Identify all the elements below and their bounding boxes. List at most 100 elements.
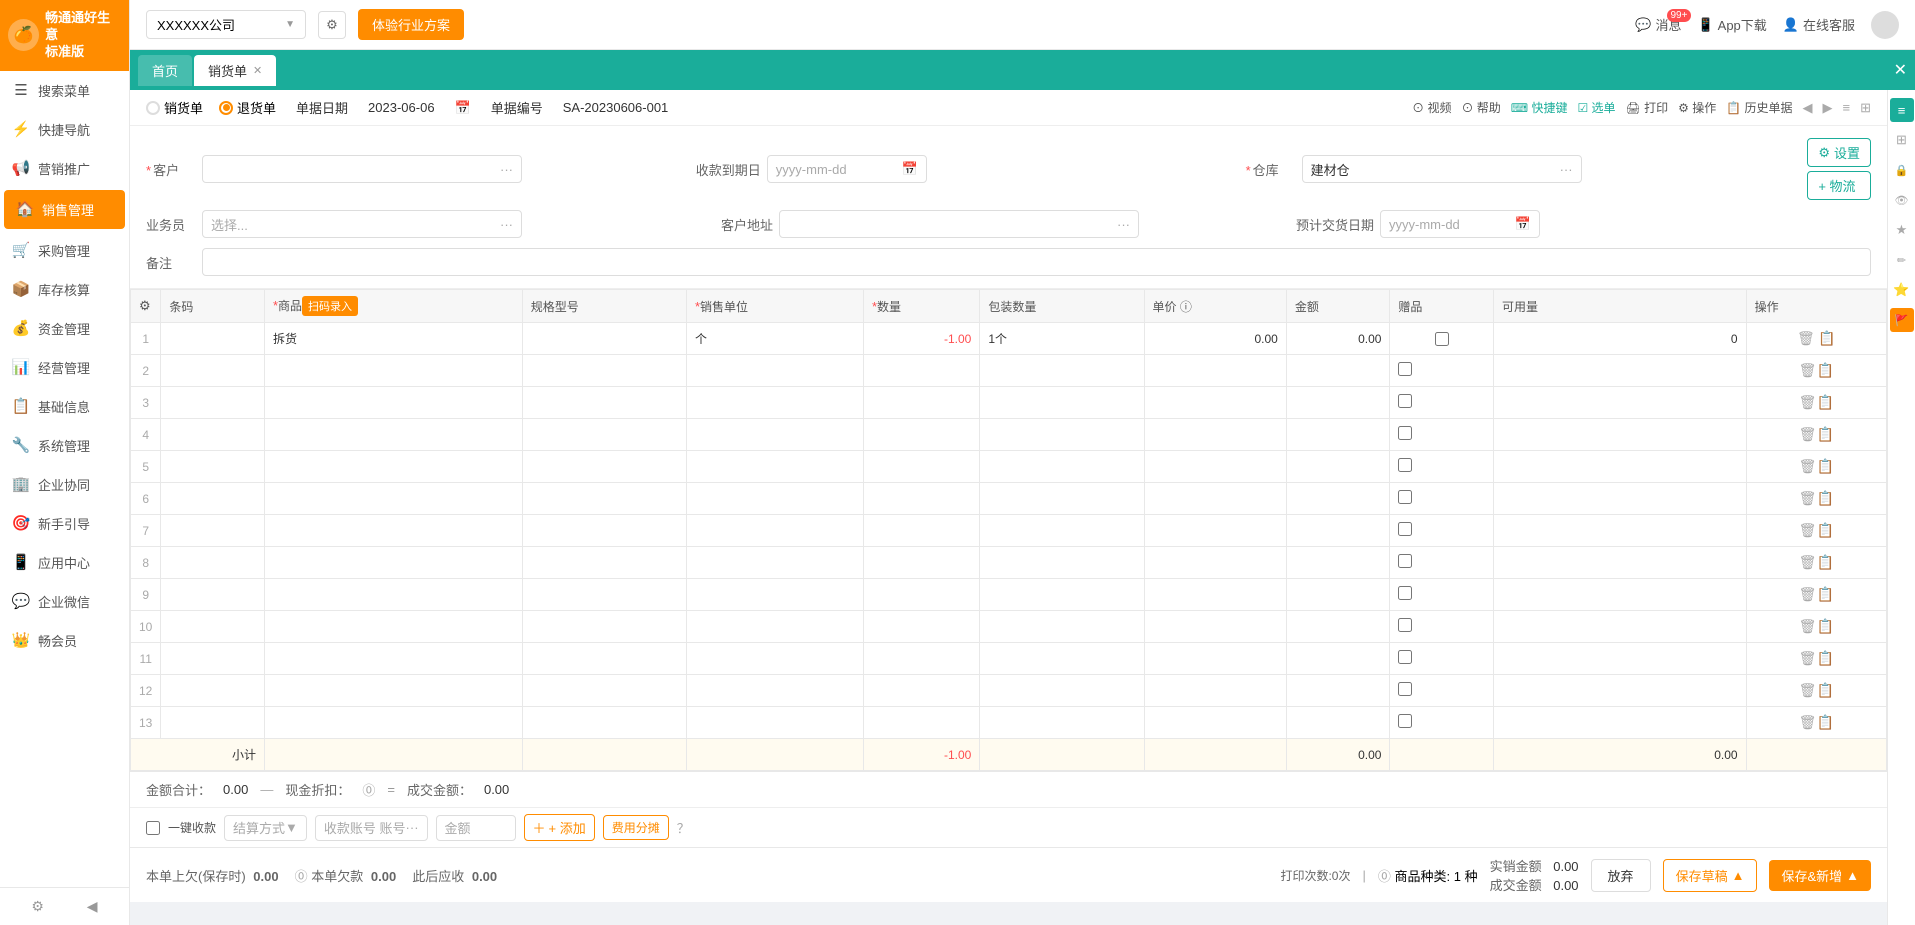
cell-price-1[interactable]: 0.00 (1144, 323, 1286, 355)
sidebar-item-marketing[interactable]: 📢 营销推广 (0, 149, 129, 188)
grid-view-btn[interactable]: ⊞ (1890, 128, 1914, 152)
tab-sales-order[interactable]: 销货单 ✕ (194, 55, 276, 86)
copy-row-5-btn[interactable]: 📋 (1816, 458, 1833, 474)
copy-row-10-btn[interactable]: 📋 (1816, 618, 1833, 634)
user-avatar[interactable] (1871, 11, 1899, 39)
copy-row-13-btn[interactable]: 📋 (1816, 714, 1833, 730)
operate-link[interactable]: ⚙ 操作 (1678, 99, 1716, 116)
sidebar-item-system-mgmt[interactable]: 🔧 系统管理 (0, 426, 129, 465)
edit-btn[interactable]: ✏ (1890, 248, 1914, 272)
gift-checkbox-8[interactable] (1398, 554, 1412, 568)
payment-account-select[interactable]: 收款账号 账号 ··· (315, 815, 428, 841)
tab-close-icon[interactable]: ✕ (253, 64, 262, 77)
message-btn[interactable]: 💬 消息 99+ (1635, 15, 1681, 34)
delete-row-5-btn[interactable]: 🗑 (1799, 458, 1817, 474)
history-link[interactable]: 📋 历史单据 (1726, 99, 1792, 116)
copy-row-7-btn[interactable]: 📋 (1816, 522, 1833, 538)
sidebar-item-basic-info[interactable]: 📋 基础信息 (0, 387, 129, 426)
expense-split-btn[interactable]: 费用分摊 (603, 815, 669, 840)
save-draft-btn[interactable]: 保存草稿 ▲ (1663, 859, 1758, 892)
delete-row-4-btn[interactable]: 🗑 (1799, 426, 1817, 442)
delete-row-2-btn[interactable]: 🗑 (1799, 362, 1817, 378)
gift-checkbox-7[interactable] (1398, 522, 1412, 536)
copy-row-1-btn[interactable]: 📋 (1818, 330, 1835, 346)
gift-checkbox-11[interactable] (1398, 650, 1412, 664)
cell-product-1[interactable]: 拆货 (264, 323, 522, 355)
sidebar-item-search-order[interactable]: ☰ 搜索菜单 (0, 71, 129, 110)
company-selector[interactable]: XXXXXX公司 ▼ (146, 10, 306, 39)
cell-spec-1[interactable] (522, 323, 686, 355)
sidebar-item-operations[interactable]: 📊 经营管理 (0, 348, 129, 387)
copy-row-3-btn[interactable]: 📋 (1816, 394, 1833, 410)
online-service-btn[interactable]: 👤 在线客服 (1783, 15, 1855, 34)
customer-input[interactable]: ··· (202, 155, 522, 183)
gift-checkbox-4[interactable] (1398, 426, 1412, 440)
radio-return-order[interactable]: 退货单 (219, 98, 276, 117)
cell-pack-qty-1[interactable]: 1个 (980, 323, 1144, 355)
customer-addr-input[interactable]: ··· (779, 210, 1139, 238)
sidebar-item-guide[interactable]: 🎯 新手引导 (0, 504, 129, 543)
salesperson-input[interactable]: 选择... ··· (202, 210, 522, 238)
select-order-link[interactable]: ☑ 选单 (1577, 99, 1615, 116)
one-click-payment-checkbox[interactable] (146, 821, 160, 835)
discount-question-icon[interactable]: ⓪ (362, 780, 375, 799)
payment-method-select[interactable]: 结算方式 ▼ (224, 815, 307, 841)
owed-question-icon[interactable]: ⓪ (295, 869, 308, 884)
gift-checkbox-3[interactable] (1398, 394, 1412, 408)
save-new-btn[interactable]: 保存&新增 ▲ (1769, 860, 1871, 891)
print-link[interactable]: 🖨 打印 (1626, 99, 1669, 116)
sidebar-item-enterprise[interactable]: 🏢 企业协同 (0, 465, 129, 504)
grid-icon[interactable]: ⊞ (1860, 100, 1871, 116)
sidebar-item-finance[interactable]: 💰 资金管理 (0, 309, 129, 348)
app-download-btn[interactable]: 📱 App下载 (1697, 15, 1766, 34)
cell-barcode-1[interactable] (161, 323, 265, 355)
bookmark-btn[interactable]: ★ (1890, 218, 1914, 242)
gift-checkbox-2[interactable] (1398, 362, 1412, 376)
list-icon[interactable]: ≡ (1843, 100, 1851, 115)
remark-input[interactable] (202, 248, 1871, 276)
form-logistics-btn[interactable]: + 物流 (1807, 171, 1871, 200)
cell-unit-1[interactable]: 个 (686, 323, 863, 355)
cell-gift-1[interactable] (1390, 323, 1494, 355)
cell-qty-1[interactable]: -1.00 (863, 323, 979, 355)
sidebar-item-purchase-mgmt[interactable]: 🛒 采购管理 (0, 231, 129, 270)
cell-amount-1[interactable]: 0.00 (1286, 323, 1390, 355)
gift-checkbox-6[interactable] (1398, 490, 1412, 504)
help-link[interactable]: ⊙ 帮助 (1461, 99, 1500, 116)
close-all-tabs-btn[interactable]: ✕ (1894, 60, 1907, 80)
sidebar-item-quick-nav[interactable]: ⚡ 快捷导航 (0, 110, 129, 149)
sidebar-item-inventory[interactable]: 📦 库存核算 (0, 270, 129, 309)
delete-row-8-btn[interactable]: 🗑 (1799, 554, 1817, 570)
tab-home[interactable]: 首页 (138, 55, 192, 86)
sidebar-settings-btn[interactable]: ⚙ (31, 898, 44, 915)
sidebar-item-wechat[interactable]: 💬 企业微信 (0, 582, 129, 621)
delete-row-6-btn[interactable]: 🗑 (1799, 490, 1817, 506)
add-payment-btn[interactable]: ＋ + 添加 (524, 814, 595, 841)
delete-row-13-btn[interactable]: 🗑 (1799, 714, 1817, 730)
nav-left-icon[interactable]: ◀ (1803, 100, 1813, 116)
lock-btn[interactable]: 🔒 (1890, 158, 1914, 182)
copy-row-11-btn[interactable]: 📋 (1816, 650, 1833, 666)
date-calendar-icon[interactable]: 📅 (455, 100, 471, 116)
copy-row-12-btn[interactable]: 📋 (1816, 682, 1833, 698)
payment-amount-input[interactable]: 金额 (436, 815, 516, 841)
delete-row-11-btn[interactable]: 🗑 (1799, 650, 1817, 666)
star-btn[interactable]: ⭐ (1890, 278, 1914, 302)
eye-btn[interactable]: 👁 (1890, 188, 1914, 212)
warehouse-input[interactable]: 建材仓 ··· (1302, 155, 1582, 183)
settings-gear-btn[interactable]: ⚙ (318, 11, 346, 39)
abandon-btn[interactable]: 放弃 (1591, 859, 1651, 892)
copy-row-4-btn[interactable]: 📋 (1816, 426, 1833, 442)
trial-industry-btn[interactable]: 体验行业方案 (358, 9, 464, 40)
sidebar-collapse-btn[interactable]: ◀ (87, 898, 98, 915)
form-setting-btn[interactable]: ⚙ 设置 (1807, 138, 1871, 167)
copy-row-8-btn[interactable]: 📋 (1816, 554, 1833, 570)
expected-cal-icon[interactable]: 📅 (1515, 216, 1531, 232)
gift-checkbox-13[interactable] (1398, 714, 1412, 728)
gift-checkbox-10[interactable] (1398, 618, 1412, 632)
flag-btn[interactable]: 🚩 (1890, 308, 1914, 332)
radio-sales-order[interactable]: 销货单 (146, 98, 203, 117)
video-link[interactable]: ⊙ 视频 (1412, 99, 1451, 116)
gift-checkbox-1[interactable] (1435, 332, 1449, 346)
delete-row-12-btn[interactable]: 🗑 (1799, 682, 1817, 698)
